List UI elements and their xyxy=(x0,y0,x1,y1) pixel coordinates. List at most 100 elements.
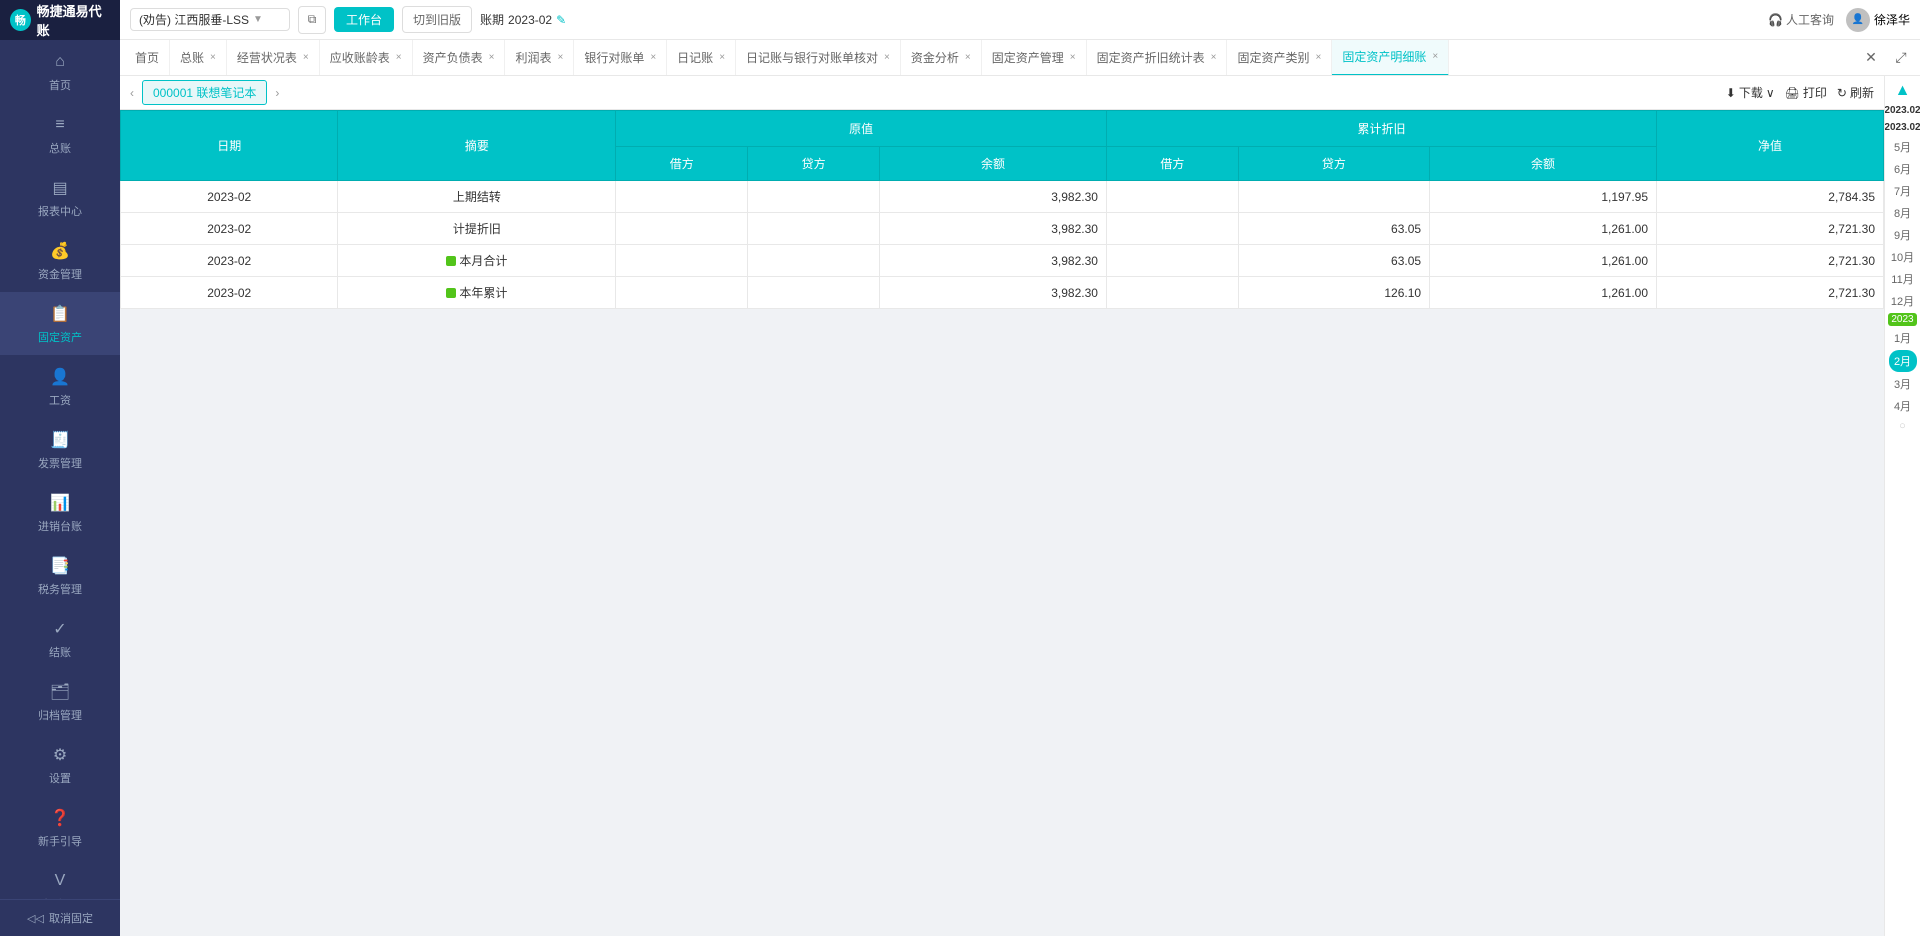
timeline-item-3[interactable]: 6月 xyxy=(1885,158,1920,180)
breadcrumb-next[interactable]: › xyxy=(275,86,279,100)
close-tab-icon[interactable]: × xyxy=(884,52,890,63)
tab-经营状况表[interactable]: 经营状况表× xyxy=(227,40,320,76)
nav-label: 报表中心 xyxy=(38,203,82,219)
tab-label: 利润表 xyxy=(515,49,551,66)
timeline-bottom-icon[interactable]: ○ xyxy=(1885,417,1920,435)
col-leiji-credit: 贷方 xyxy=(1238,147,1429,181)
top-header: (劝告) 江西服垂-LSS ▼ ⧉ 工作台 切到旧版 账期 2023-02 ✎ … xyxy=(120,0,1920,40)
cell-yuanzhi-credit xyxy=(748,277,880,309)
sidebar-item-新手引导[interactable]: ❓ 新手引导 xyxy=(0,796,120,859)
close-tab-icon[interactable]: × xyxy=(1070,52,1076,63)
nav-icon: ▤ xyxy=(48,176,72,200)
timeline-up-button[interactable]: ▲ xyxy=(1893,80,1913,102)
expand-tabs-button[interactable]: ⤢ xyxy=(1887,44,1915,72)
sidebar-item-税务管理[interactable]: 📑 税务管理 xyxy=(0,544,120,607)
tab-银行对账单[interactable]: 银行对账单× xyxy=(574,40,667,76)
timeline-item-9[interactable]: 12月 xyxy=(1885,290,1920,312)
cell-leiji-credit xyxy=(1238,181,1429,213)
breadcrumb-prev[interactable]: ‹ xyxy=(130,86,134,100)
tab-固定资产管理[interactable]: 固定资产管理× xyxy=(982,40,1087,76)
close-tab-icon[interactable]: × xyxy=(303,52,309,63)
sidebar-item-固定资产[interactable]: 📋 固定资产 xyxy=(0,292,120,355)
download-icon: ⬇ xyxy=(1726,86,1736,100)
breadcrumb-item[interactable]: 000001 联想笔记本 xyxy=(142,80,267,105)
close-tab-icon[interactable]: × xyxy=(719,52,725,63)
timeline-item-14[interactable]: 4月 xyxy=(1885,395,1920,417)
cell-leiji-balance: 1,261.00 xyxy=(1430,245,1657,277)
close-tab-icon[interactable]: × xyxy=(1211,52,1217,63)
nav-label: 资金管理 xyxy=(38,266,82,282)
user-menu[interactable]: 👤 徐泽华 xyxy=(1846,8,1910,32)
print-button[interactable]: 🖨 打印 xyxy=(1785,84,1827,101)
cell-leiji-debit xyxy=(1106,245,1238,277)
tab-应收账龄表[interactable]: 应收账龄表× xyxy=(320,40,413,76)
close-tab-icon[interactable]: × xyxy=(1432,51,1438,62)
timeline-item-0[interactable]: 2023.02 xyxy=(1885,102,1920,119)
cell-yuanzhi-debit xyxy=(616,277,748,309)
timeline-item-4[interactable]: 7月 xyxy=(1885,180,1920,202)
timeline-item-2[interactable]: 5月 xyxy=(1885,136,1920,158)
main-area: (劝告) 江西服垂-LSS ▼ ⧉ 工作台 切到旧版 账期 2023-02 ✎ … xyxy=(120,0,1920,936)
sidebar-item-畅会员[interactable]: V 畅会员 xyxy=(0,859,120,899)
tab-资金分析[interactable]: 资金分析× xyxy=(901,40,982,76)
help-button[interactable]: 🎧 人工客询 xyxy=(1768,11,1834,28)
close-tab-icon[interactable]: × xyxy=(965,52,971,63)
avatar: 👤 xyxy=(1846,8,1870,32)
timeline-item-12[interactable]: 2月 xyxy=(1889,350,1917,372)
switch-version-button[interactable]: 切到旧版 xyxy=(402,6,472,33)
timeline-item-11[interactable]: 1月 xyxy=(1885,327,1920,349)
sidebar-item-发票管理[interactable]: 🧾 发票管理 xyxy=(0,418,120,481)
nav-label: 固定资产 xyxy=(38,329,82,345)
sidebar-unpin-button[interactable]: ◁◁ 取消固定 xyxy=(0,899,120,936)
cell-summary: 本年累计 xyxy=(338,277,616,309)
download-button[interactable]: ⬇ 下载 ∨ xyxy=(1726,84,1775,101)
col-yuanzhi: 原值 xyxy=(616,111,1107,147)
sidebar-item-资金管理[interactable]: 💰 资金管理 xyxy=(0,229,120,292)
sidebar-item-结账[interactable]: ✓ 结账 xyxy=(0,607,120,670)
nav-icon: ⌂ xyxy=(48,50,72,74)
copy-button[interactable]: ⧉ xyxy=(298,6,326,34)
nav-icon: 🗂 xyxy=(48,680,72,704)
tab-资产负债表[interactable]: 资产负债表× xyxy=(413,40,506,76)
refresh-button[interactable]: ↻ 刷新 xyxy=(1837,84,1874,101)
col-leiji-balance: 余额 xyxy=(1430,147,1657,181)
tab-日记账与银行对账单核对[interactable]: 日记账与银行对账单核对× xyxy=(736,40,901,76)
sidebar-item-归档管理[interactable]: 🗂 归档管理 xyxy=(0,670,120,733)
nav-icon: ⚙ xyxy=(48,743,72,767)
cell-net-value: 2,721.30 xyxy=(1657,213,1884,245)
tab-固定资产明细账[interactable]: 固定资产明细账× xyxy=(1332,40,1449,76)
tab-总账[interactable]: 总账× xyxy=(170,40,227,76)
tab-固定资产类别[interactable]: 固定资产类别× xyxy=(1227,40,1332,76)
cell-leiji-balance: 1,261.00 xyxy=(1430,277,1657,309)
timeline-item-1[interactable]: 2023.02 xyxy=(1885,119,1920,136)
close-all-tabs-button[interactable]: ✕ xyxy=(1857,44,1885,72)
sidebar-item-进销台账[interactable]: 📊 进销台账 xyxy=(0,481,120,544)
timeline-item-7[interactable]: 10月 xyxy=(1885,246,1920,268)
company-selector[interactable]: (劝告) 江西服垂-LSS ▼ xyxy=(130,8,290,31)
sidebar-item-报表中心[interactable]: ▤ 报表中心 xyxy=(0,166,120,229)
timeline-item-6[interactable]: 9月 xyxy=(1885,224,1920,246)
sidebar-item-工资[interactable]: 👤 工资 xyxy=(0,355,120,418)
tab-日记账[interactable]: 日记账× xyxy=(667,40,736,76)
timeline-item-8[interactable]: 11月 xyxy=(1885,268,1920,290)
sidebar-item-总账[interactable]: ≡ 总账 xyxy=(0,103,120,166)
sidebar-item-首页[interactable]: ⌂ 首页 xyxy=(0,40,120,103)
tab-利润表[interactable]: 利润表 × xyxy=(505,40,574,76)
timeline-item-13[interactable]: 3月 xyxy=(1885,373,1920,395)
close-tab-icon[interactable]: × xyxy=(210,52,216,63)
close-tab-icon[interactable]: × xyxy=(650,52,656,63)
nav-label: 进销台账 xyxy=(38,518,82,534)
timeline-item-10[interactable]: 2023 xyxy=(1888,313,1916,326)
sidebar-item-设置[interactable]: ⚙ 设置 xyxy=(0,733,120,796)
period-edit-icon[interactable]: ✎ xyxy=(556,13,566,27)
close-tab-icon[interactable]: × xyxy=(396,52,402,63)
tab-固定资产折旧统计表[interactable]: 固定资产折旧统计表× xyxy=(1087,40,1228,76)
download-arrow-icon: ∨ xyxy=(1766,86,1775,100)
close-tab-icon[interactable]: × xyxy=(489,52,495,63)
workbench-button[interactable]: 工作台 xyxy=(334,7,394,32)
close-tab-icon[interactable]: × xyxy=(557,52,563,63)
close-tab-icon[interactable]: × xyxy=(1315,52,1321,63)
help-label: 人工客询 xyxy=(1786,11,1834,28)
tab-首页[interactable]: 首页 xyxy=(125,40,170,76)
timeline-item-5[interactable]: 8月 xyxy=(1885,202,1920,224)
